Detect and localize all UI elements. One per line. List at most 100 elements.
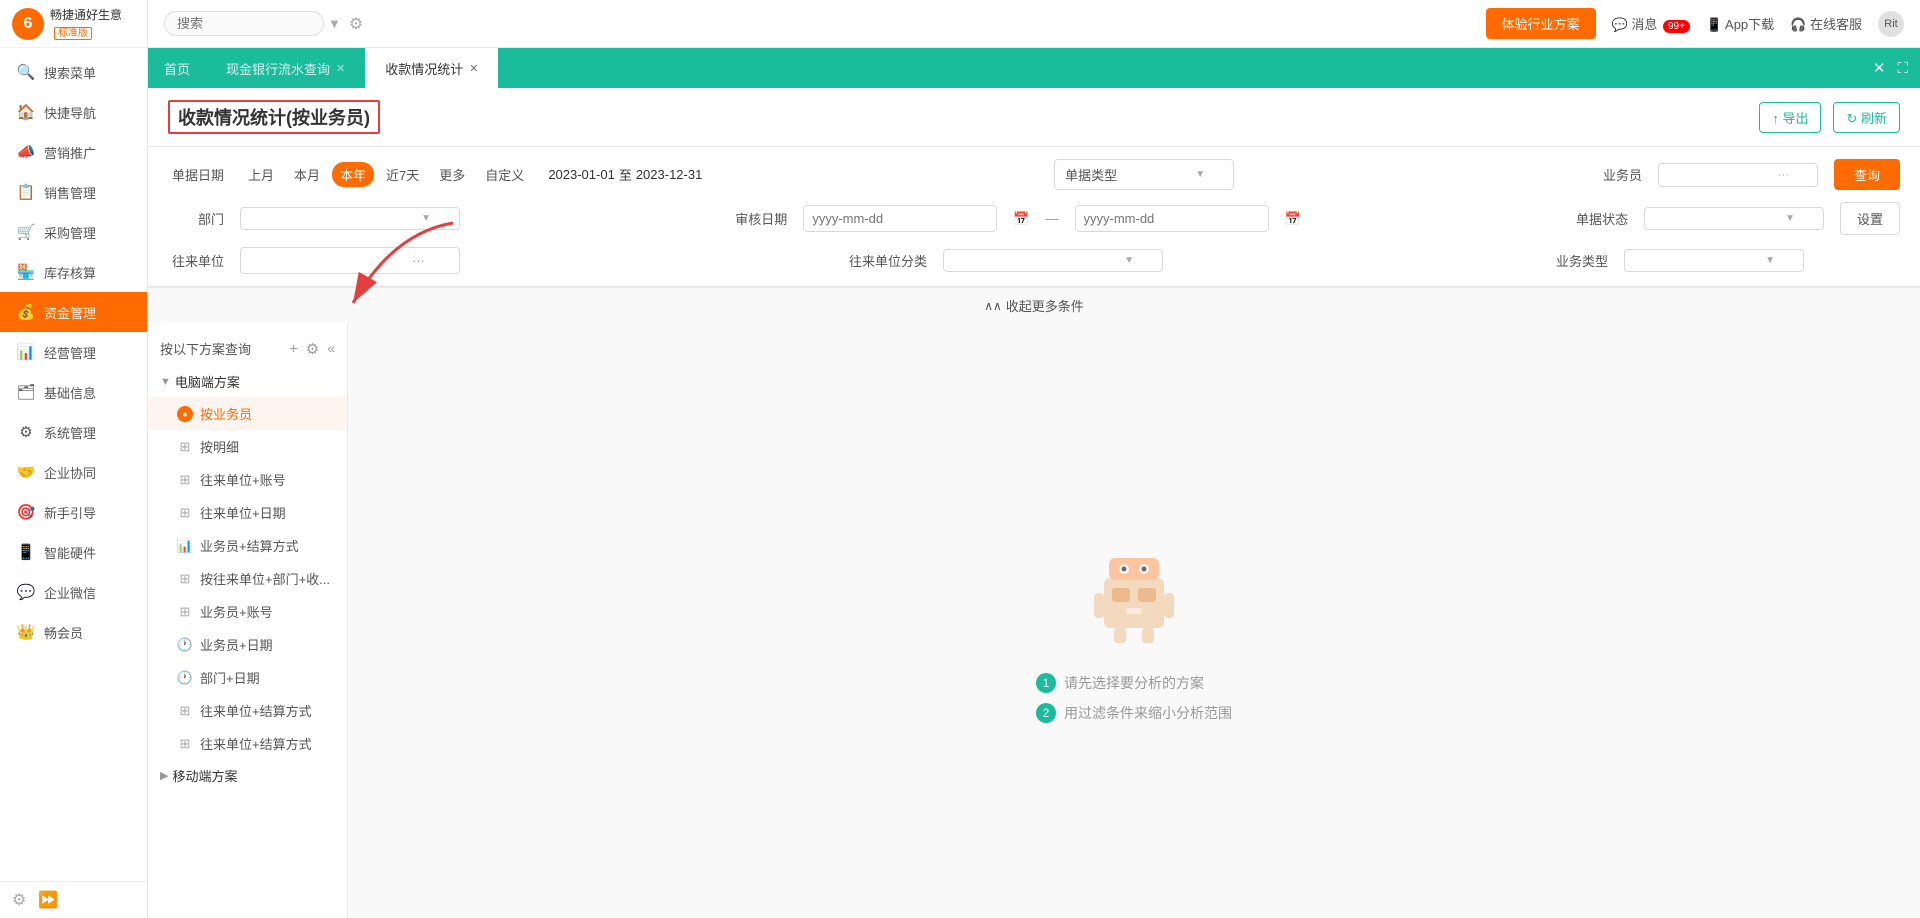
logo-badge: 标准版 [54,27,92,40]
date-tab-more[interactable]: 更多 [431,162,473,187]
tab-receipt[interactable]: 收款情况统计 ✕ [365,48,498,88]
user-avatar[interactable]: Rit [1878,11,1904,37]
online-service-btn[interactable]: 🎧 在线客服 [1790,14,1862,33]
dept-label: 部门 [168,209,224,228]
tab-maximize-icon[interactable]: ⛶ [1897,60,1908,77]
scheme-dept-date[interactable]: 🕐 部门+日期 [148,661,347,694]
sidebar-item-inventory[interactable]: 🏪 库存核算 [0,252,147,292]
dept-select[interactable]: ▼ [240,207,460,230]
topbar-settings-icon[interactable]: ⚙ [349,14,363,34]
collapse-bar[interactable]: ∧∧ 收起更多条件 [148,287,1920,323]
scheme-counterpart-settlement2[interactable]: ⊞ 往来单位+结算方式 [148,727,347,760]
panel-settings-icon[interactable]: ⚙ [306,340,319,358]
set-button[interactable]: 设置 [1840,202,1900,235]
topbar-search-input[interactable] [164,11,324,36]
doc-type-select[interactable]: 单据类型 ▼ [1054,159,1234,190]
hardware-icon: 📱 [16,542,36,562]
date-tab-last-month[interactable]: 上月 [240,162,282,187]
audit-date-from-input[interactable] [803,205,997,232]
operations-icon: 📊 [16,342,36,362]
sidebar-item-label: 基础信息 [44,383,96,402]
sidebar-item-finance[interactable]: 💰 资金管理 [0,292,147,332]
tree-group-desktop-header[interactable]: ▼ 电脑端方案 [148,366,347,397]
tab-bar-right: ✕ ⛶ [1861,48,1920,88]
tree-group-desktop-arrow: ▼ [160,376,171,388]
date-tab-this-month[interactable]: 本月 [286,162,328,187]
tab-receipt-close-icon[interactable]: ✕ [469,62,478,75]
empty-tips: 1 请先选择要分析的方案 2 用过滤条件来缩小分析范围 [1036,673,1232,723]
sidebar-item-guide[interactable]: 🎯 新手引导 [0,492,147,532]
message-badge: 99+ [1663,20,1690,33]
doc-status-select[interactable]: ▼ [1644,207,1824,230]
sidebar-item-wechat[interactable]: 💬 企业微信 [0,572,147,612]
date-range: 2023-01-01 至 2023-12-31 [548,165,702,184]
salesperson-select[interactable]: ··· [1658,163,1818,187]
scheme-counterpart-settlement1[interactable]: ⊞ 往来单位+结算方式 [148,694,347,727]
counterpart-label: 往来单位 [168,251,224,270]
scheme-counterpart-dept-icon: ⊞ [176,570,194,588]
tree-group-desktop: ▼ 电脑端方案 ● 按业务员 ⊞ 按明细 ⊞ [148,366,347,760]
biz-type-select[interactable]: ▼ [1624,249,1804,272]
scheme-counterpart-account[interactable]: ⊞ 往来单位+账号 [148,463,347,496]
collapse-label: 收起更多条件 [1006,296,1084,315]
audit-date-to-input[interactable] [1075,205,1269,232]
scheme-by-detail[interactable]: ⊞ 按明细 [148,430,347,463]
biz-type-caret-icon: ▼ [1765,255,1775,266]
refresh-button[interactable]: ↻ 刷新 [1833,102,1900,133]
counterpart-more-icon[interactable]: ··· [406,253,431,268]
sidebar-item-marketing[interactable]: 📣 营销推广 [0,132,147,172]
sidebar-item-search[interactable]: 🔍 搜索菜单 [0,52,147,92]
salesperson-more-icon[interactable]: ··· [1778,169,1789,181]
panel-header: 按以下方案查询 + ⚙ « [148,331,347,366]
content-body: 按以下方案查询 + ⚙ « ▼ 电脑端方案 ● 按业务员 [148,323,1920,918]
scheme-dept-date-label: 部门+日期 [200,668,260,687]
scheme-counterpart-date[interactable]: ⊞ 往来单位+日期 [148,496,347,529]
audit-date-from-calendar-icon[interactable]: 📅 [1013,211,1029,227]
tab-close-all-icon[interactable]: ✕ [1873,59,1886,77]
counterpart-select[interactable]: ··· [240,247,460,274]
counterpart-class-caret-icon: ▼ [1124,255,1134,266]
counterpart-class-select[interactable]: ▼ [943,249,1163,272]
sidebar-item-member[interactable]: 👑 畅会员 [0,612,147,652]
scheme-salesperson-account[interactable]: ⊞ 业务员+账号 [148,595,347,628]
sidebar-item-hardware[interactable]: 📱 智能硬件 [0,532,147,572]
app-download-btn[interactable]: 📱 App下载 [1706,14,1774,33]
page-header-actions: ↑ 导出 ↻ 刷新 [1759,102,1900,133]
sidebar-item-quicknav[interactable]: 🏠 快捷导航 [0,92,147,132]
tab-home[interactable]: 首页 [148,48,206,88]
collapse-sidebar-icon[interactable]: ⏩ [38,890,58,910]
topbar-search-dropdown-icon[interactable]: ▼ [328,16,341,31]
sidebar-item-basic[interactable]: 🗂 基础信息 [0,372,147,412]
date-tab-custom[interactable]: 自定义 [477,162,532,187]
scheme-salesperson-date[interactable]: 🕐 业务员+日期 [148,628,347,661]
doc-type-label: 单据类型 [1065,165,1117,184]
panel-add-icon[interactable]: + [290,340,298,358]
tab-bank-close-icon[interactable]: ✕ [336,62,345,75]
sidebar-item-operations[interactable]: 📊 经营管理 [0,332,147,372]
marketing-icon: 📣 [16,142,36,162]
tab-bar: 首页 现金银行流水查询 ✕ 收款情况统计 ✕ ✕ ⛶ [148,48,1920,88]
message-icon[interactable]: 💬 消息 99+ [1612,14,1690,33]
scheme-counterpart-dept-receipt[interactable]: ⊞ 按往来单位+部门+收... [148,562,347,595]
sidebar-bottom: ⚙ ⏩ [0,881,147,918]
demo-button[interactable]: 体验行业方案 [1486,8,1596,39]
date-tab-this-year[interactable]: 本年 [332,162,374,187]
sidebar-item-enterprise[interactable]: 🤝 企业协同 [0,452,147,492]
panel-collapse-icon[interactable]: « [327,340,335,358]
query-button[interactable]: 查询 [1834,159,1900,190]
export-button[interactable]: ↑ 导出 [1759,102,1821,133]
search-icon: 🔍 [16,62,36,82]
tab-bank[interactable]: 现金银行流水查询 ✕ [206,48,365,88]
settings-bottom-icon[interactable]: ⚙ [12,890,26,910]
sidebar-item-sales[interactable]: 📋 销售管理 [0,172,147,212]
sidebar-item-label: 企业协同 [44,463,96,482]
tree-group-mobile-header[interactable]: ▶ 移动端方案 [148,760,347,791]
scheme-salesperson-settlement[interactable]: 📊 业务员+结算方式 [148,529,347,562]
sidebar-item-purchase[interactable]: 🛒 采购管理 [0,212,147,252]
date-tab-7days[interactable]: 近7天 [378,162,427,187]
audit-date-to-calendar-icon[interactable]: 📅 [1285,211,1301,227]
sidebar-item-system[interactable]: ⚙ 系统管理 [0,412,147,452]
scheme-by-salesperson[interactable]: ● 按业务员 [148,397,347,430]
wechat-icon: 💬 [16,582,36,602]
sidebar-item-label: 智能硬件 [44,543,96,562]
